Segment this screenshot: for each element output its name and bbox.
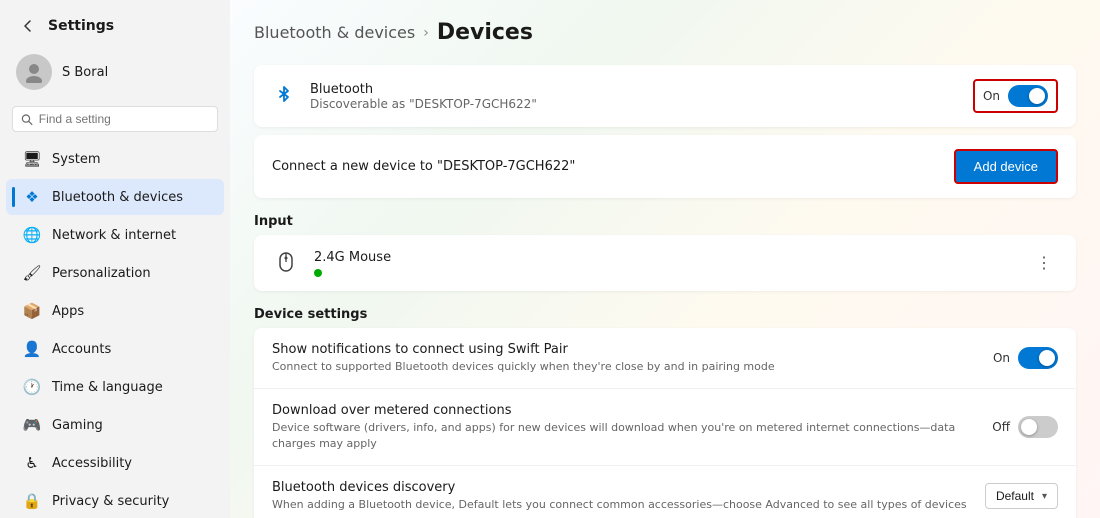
- bluetooth-icon: [272, 84, 296, 109]
- sidebar-item-label: Privacy & security: [52, 494, 169, 509]
- device-info: 2.4G Mouse: [314, 250, 391, 277]
- sidebar-item-accounts[interactable]: 👤 Accounts: [6, 331, 224, 367]
- breadcrumb-current: Devices: [437, 20, 533, 45]
- system-icon: 🖥: [22, 149, 42, 169]
- metered-desc: Device software (drivers, info, and apps…: [272, 420, 980, 451]
- settings-section: Show notifications to connect using Swif…: [254, 328, 1076, 518]
- sidebar: Settings S Boral 🖥 System ❖ Bluetooth & …: [0, 0, 230, 518]
- chevron-down-icon: ▾: [1042, 491, 1047, 502]
- metered-row: Download over metered connections Device…: [254, 389, 1076, 466]
- swift-pair-title: Show notifications to connect using Swif…: [272, 342, 981, 357]
- privacy-icon: 🔒: [22, 491, 42, 511]
- add-device-card: Connect a new device to "DESKTOP-7GCH622…: [254, 135, 1076, 198]
- sidebar-item-network[interactable]: 🌐 Network & internet: [6, 217, 224, 253]
- breadcrumb-parent[interactable]: Bluetooth & devices: [254, 23, 415, 42]
- sidebar-item-accessibility[interactable]: ♿ Accessibility: [6, 445, 224, 481]
- sidebar-item-label: Network & internet: [52, 228, 176, 243]
- sidebar-item-label: Accounts: [52, 342, 111, 357]
- add-device-button[interactable]: Add device: [954, 149, 1058, 184]
- breadcrumb: Bluetooth & devices › Devices: [254, 20, 1076, 45]
- discovery-text: Bluetooth devices discovery When adding …: [272, 480, 973, 512]
- swift-pair-row: Show notifications to connect using Swif…: [254, 328, 1076, 389]
- metered-toggle-label: Off: [992, 420, 1010, 434]
- metered-text: Download over metered connections Device…: [272, 403, 980, 451]
- sidebar-item-bluetooth[interactable]: ❖ Bluetooth & devices: [6, 179, 224, 215]
- sidebar-item-label: System: [52, 152, 100, 167]
- bluetooth-card: Bluetooth Discoverable as "DESKTOP-7GCH6…: [254, 65, 1076, 127]
- discovery-dropdown[interactable]: Default ▾: [985, 483, 1058, 509]
- sidebar-item-label: Apps: [52, 304, 84, 319]
- device-card: 2.4G Mouse ⋮: [254, 235, 1076, 291]
- bluetooth-toggle[interactable]: [1008, 85, 1048, 107]
- sidebar-item-time[interactable]: 🕐 Time & language: [6, 369, 224, 405]
- search-input[interactable]: [39, 112, 209, 126]
- bluetooth-toggle-thumb: [1029, 88, 1045, 104]
- swift-pair-text: Show notifications to connect using Swif…: [272, 342, 981, 374]
- avatar: [16, 54, 52, 90]
- sidebar-item-label: Time & language: [52, 380, 163, 395]
- bluetooth-toggle-label: On: [983, 89, 1000, 103]
- swift-pair-toggle-label: On: [993, 351, 1010, 365]
- discovery-desc: When adding a Bluetooth device, Default …: [272, 497, 973, 512]
- sidebar-header: Settings: [0, 0, 230, 46]
- swift-pair-desc: Connect to supported Bluetooth devices q…: [272, 359, 981, 374]
- bluetooth-nav-icon: ❖: [22, 187, 42, 207]
- bluetooth-title: Bluetooth: [310, 82, 959, 97]
- bluetooth-subtitle: Discoverable as "DESKTOP-7GCH622": [310, 97, 959, 111]
- sidebar-item-gaming[interactable]: 🎮 Gaming: [6, 407, 224, 443]
- accessibility-icon: ♿: [22, 453, 42, 473]
- sidebar-item-apps[interactable]: 📦 Apps: [6, 293, 224, 329]
- user-profile[interactable]: S Boral: [0, 46, 230, 102]
- sidebar-item-label: Gaming: [52, 418, 103, 433]
- accounts-icon: 👤: [22, 339, 42, 359]
- add-device-text: Connect a new device to "DESKTOP-7GCH622…: [272, 159, 940, 174]
- metered-title: Download over metered connections: [272, 403, 980, 418]
- swift-pair-control[interactable]: On: [993, 347, 1058, 369]
- discovery-control[interactable]: Default ▾: [985, 483, 1058, 509]
- device-settings-title: Device settings: [254, 307, 1076, 322]
- bluetooth-card-text: Bluetooth Discoverable as "DESKTOP-7GCH6…: [310, 82, 959, 111]
- apps-icon: 📦: [22, 301, 42, 321]
- metered-control[interactable]: Off: [992, 416, 1058, 438]
- back-button[interactable]: [16, 14, 40, 38]
- search-icon: [21, 113, 33, 126]
- swift-pair-toggle[interactable]: [1018, 347, 1058, 369]
- search-box[interactable]: [12, 106, 218, 132]
- input-section-title: Input: [254, 214, 1076, 229]
- sidebar-item-system[interactable]: 🖥 System: [6, 141, 224, 177]
- mouse-icon: [272, 247, 300, 279]
- sidebar-item-label: Personalization: [52, 266, 151, 281]
- discovery-title: Bluetooth devices discovery: [272, 480, 973, 495]
- metered-toggle[interactable]: [1018, 416, 1058, 438]
- main-content: Bluetooth & devices › Devices Bluetooth …: [230, 0, 1100, 518]
- gaming-icon: 🎮: [22, 415, 42, 435]
- device-more-button[interactable]: ⋮: [1030, 249, 1058, 277]
- bluetooth-toggle-wrapper[interactable]: On: [973, 79, 1058, 113]
- device-status-dot: [314, 269, 322, 277]
- breadcrumb-separator: ›: [423, 25, 429, 41]
- discovery-row: Bluetooth devices discovery When adding …: [254, 466, 1076, 518]
- network-icon: 🌐: [22, 225, 42, 245]
- sidebar-item-privacy[interactable]: 🔒 Privacy & security: [6, 483, 224, 518]
- sidebar-item-label: Bluetooth & devices: [52, 190, 183, 205]
- sidebar-item-label: Accessibility: [52, 456, 132, 471]
- sidebar-title: Settings: [48, 18, 114, 34]
- personalization-icon: 🖌: [22, 263, 42, 283]
- swift-pair-toggle-thumb: [1039, 350, 1055, 366]
- metered-toggle-thumb: [1021, 419, 1037, 435]
- sidebar-item-personalization[interactable]: 🖌 Personalization: [6, 255, 224, 291]
- device-name: 2.4G Mouse: [314, 250, 391, 265]
- discovery-dropdown-value: Default: [996, 489, 1034, 503]
- user-name: S Boral: [62, 65, 108, 80]
- time-icon: 🕐: [22, 377, 42, 397]
- nav-list: 🖥 System ❖ Bluetooth & devices 🌐 Network…: [0, 140, 230, 518]
